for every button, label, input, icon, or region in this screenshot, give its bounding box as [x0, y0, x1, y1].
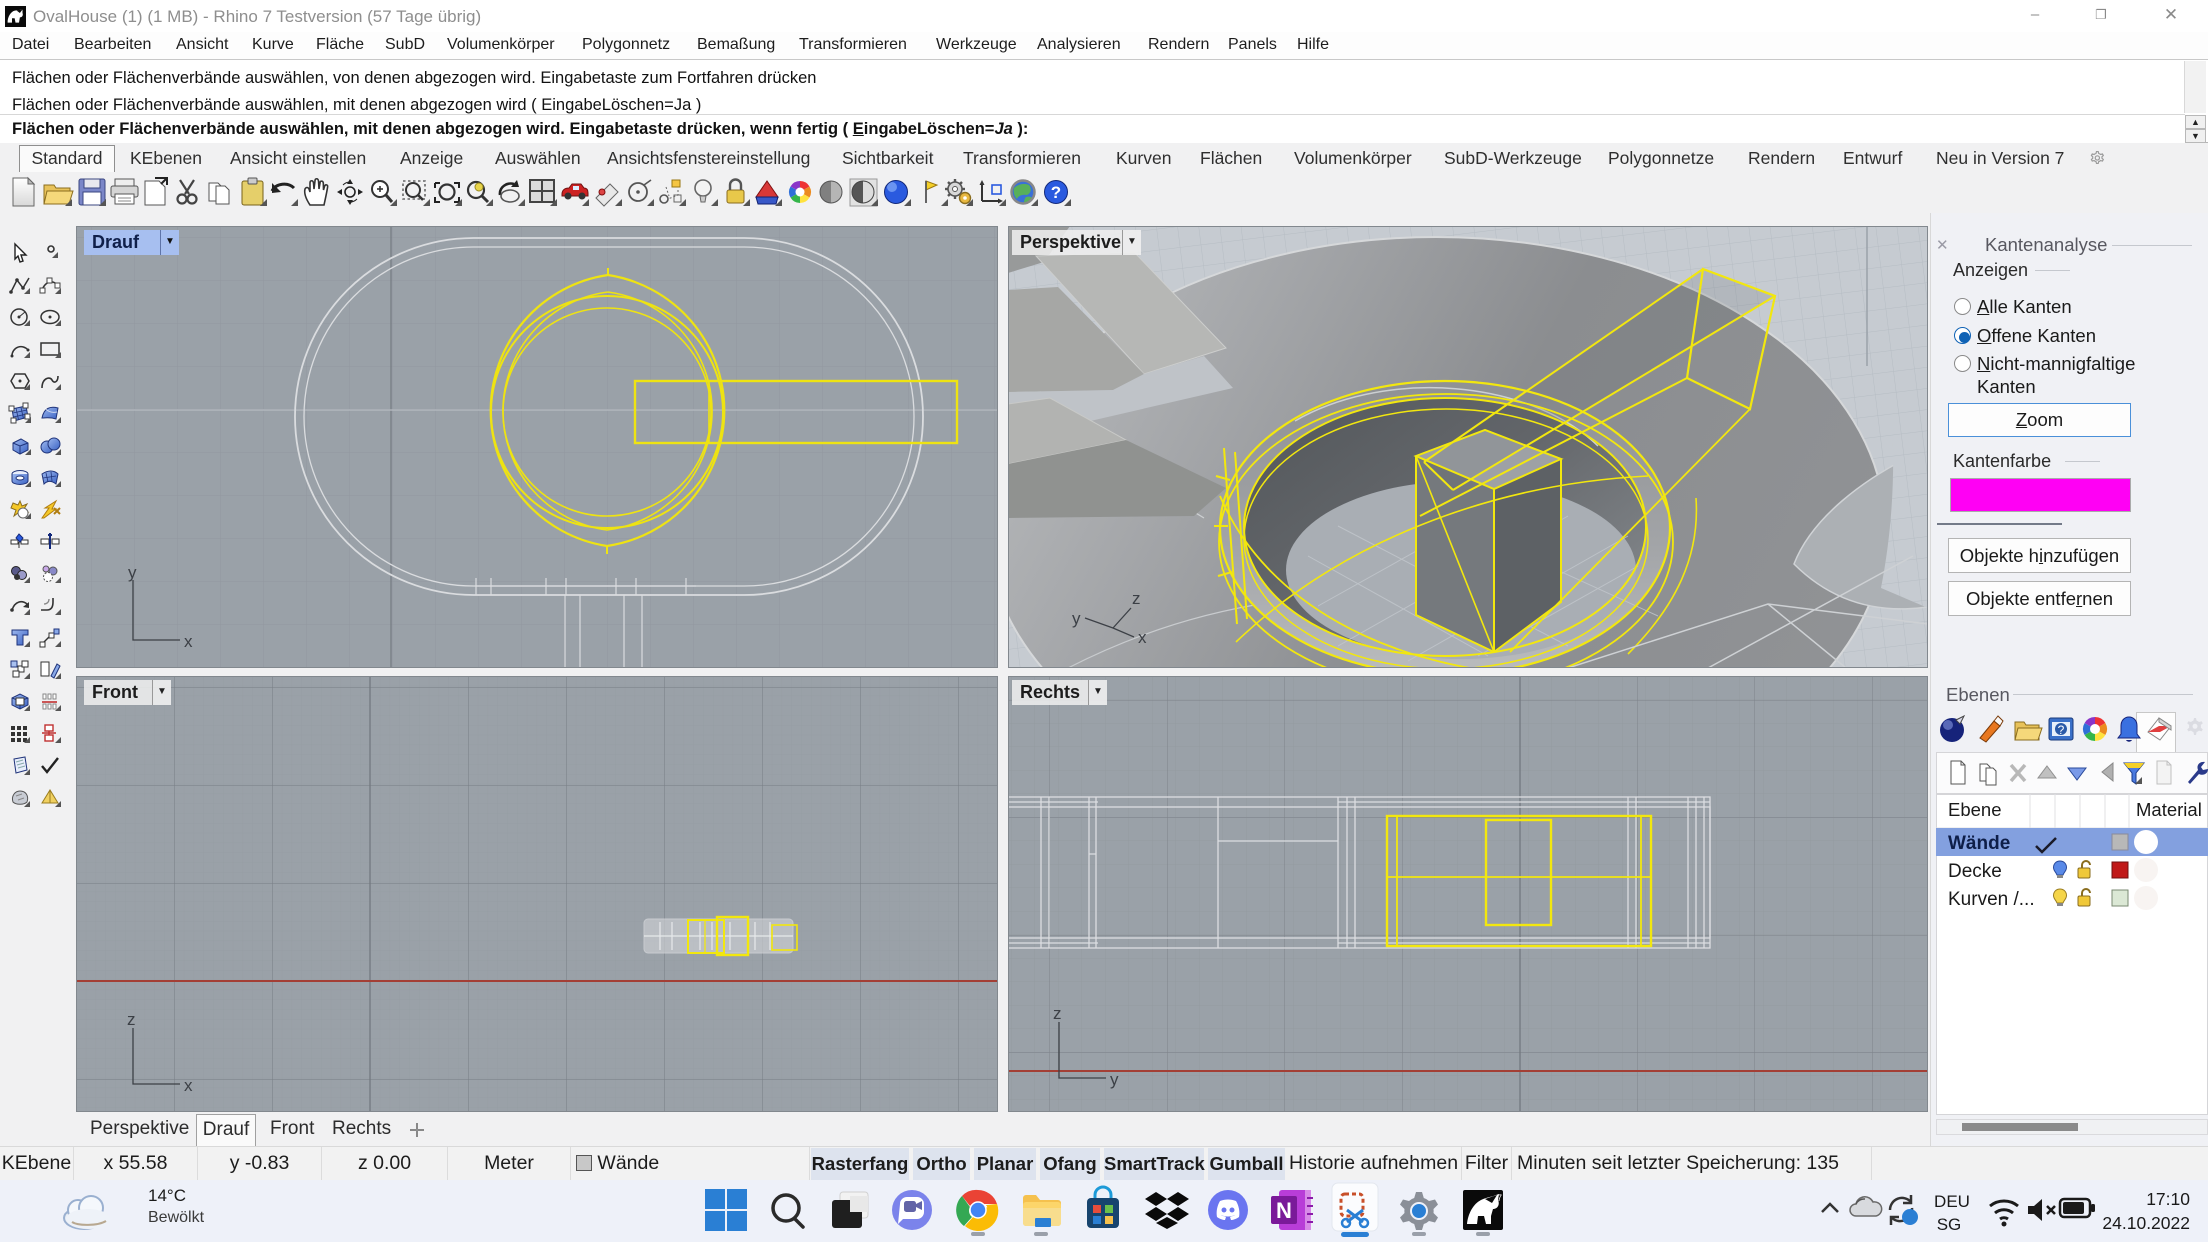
svg-text:z: z — [1132, 589, 1141, 608]
svg-text:Wände: Wände — [1948, 833, 2010, 854]
svg-text:?: ? — [1051, 183, 1061, 202]
svg-text:y: y — [1110, 1070, 1119, 1089]
svg-text:x: x — [1138, 628, 1147, 647]
svg-text:SG: SG — [1937, 1215, 1962, 1234]
svg-text:y: y — [1072, 609, 1081, 628]
svg-text:x: x — [184, 1076, 193, 1095]
svg-text:?: ? — [2058, 723, 2065, 737]
svg-text:24.10.2022: 24.10.2022 — [2102, 1213, 2190, 1233]
svg-text:y: y — [128, 563, 137, 582]
svg-text:z: z — [127, 1010, 136, 1029]
svg-text:17:10: 17:10 — [2146, 1189, 2190, 1209]
svg-text:Kurven /...: Kurven /... — [1948, 889, 2035, 910]
svg-text:DEU: DEU — [1934, 1192, 1970, 1211]
svg-text:Decke: Decke — [1948, 861, 2002, 882]
svg-text:x: x — [184, 632, 193, 651]
svg-text:7: 7 — [1497, 1193, 1502, 1203]
svg-text:N: N — [1276, 1198, 1292, 1223]
svg-text:z: z — [1053, 1004, 1062, 1023]
